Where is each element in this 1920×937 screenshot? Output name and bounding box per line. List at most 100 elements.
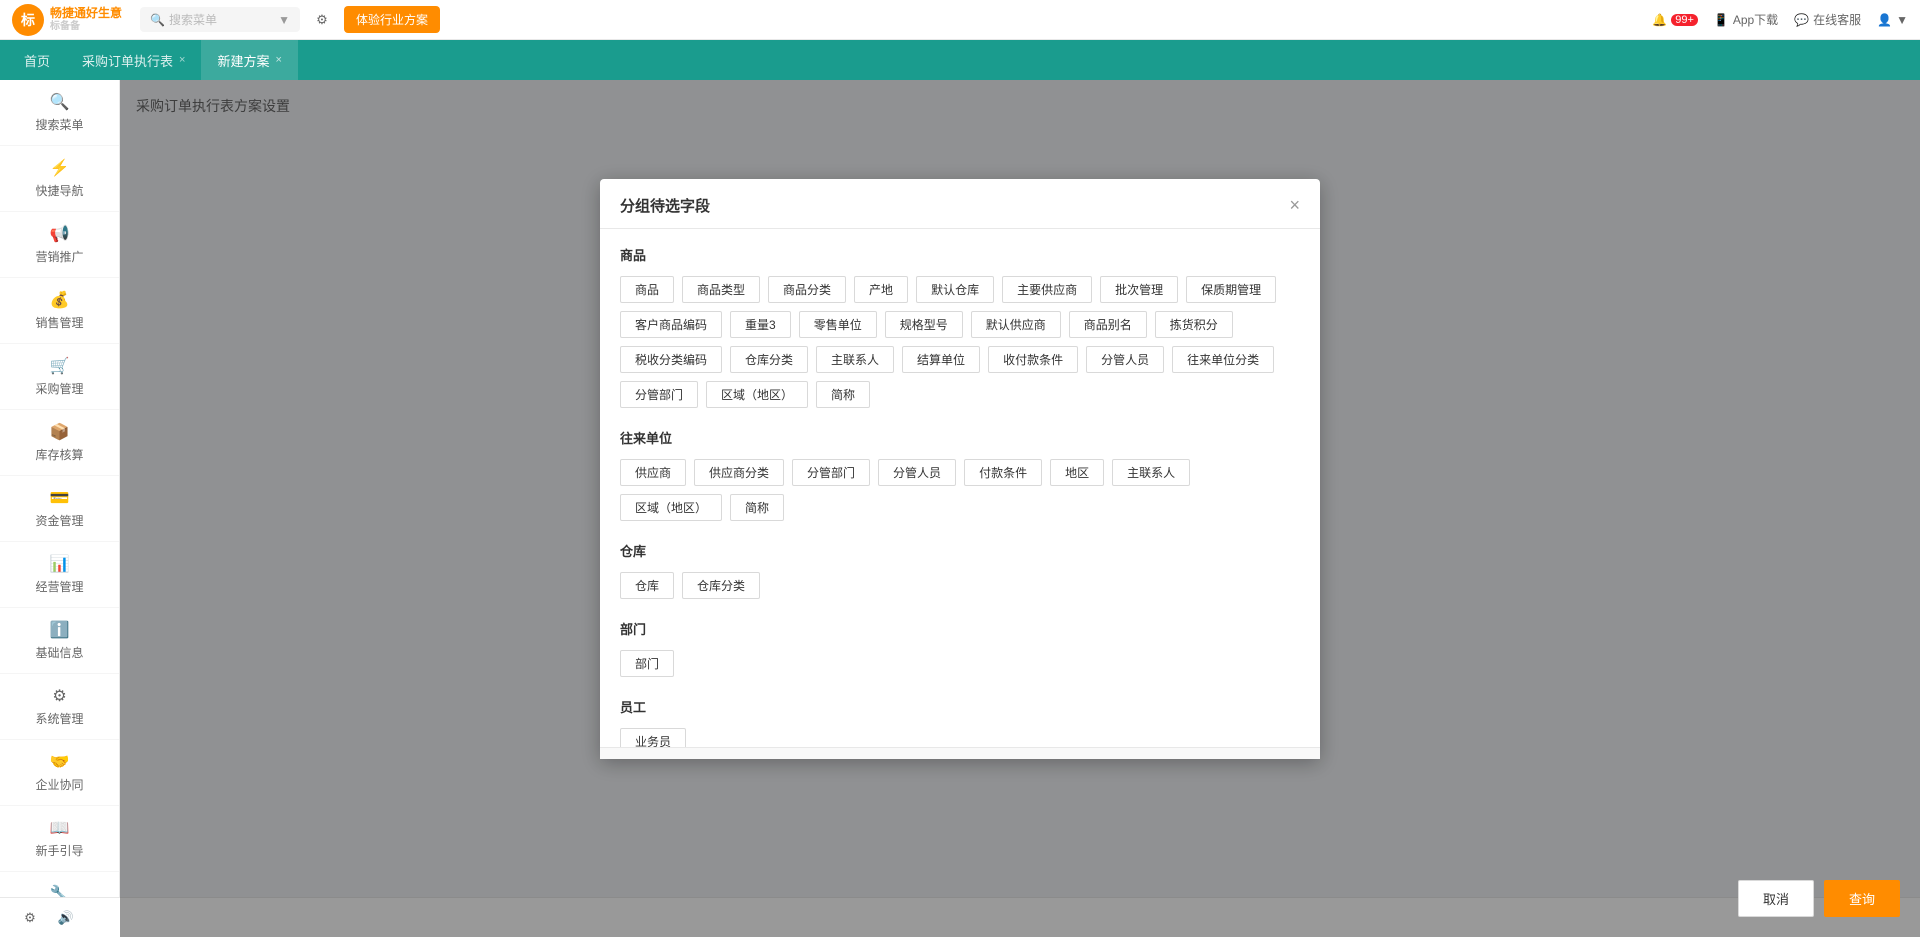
basicinfo-icon: ℹ️ bbox=[50, 620, 70, 640]
logo-letter: 标 bbox=[21, 10, 35, 30]
field-tag[interactable]: 供应商分类 bbox=[694, 459, 784, 486]
online-service-label: 在线客服 bbox=[1813, 11, 1861, 28]
sidebar-item-finance[interactable]: 💳 资金管理 bbox=[0, 476, 119, 542]
section-title: 商品 bbox=[620, 245, 1300, 264]
field-tag[interactable]: 保质期管理 bbox=[1186, 276, 1276, 303]
field-tag[interactable]: 业务员 bbox=[620, 728, 686, 747]
field-tag[interactable]: 默认供应商 bbox=[971, 311, 1061, 338]
field-section-员工: 员工业务员 bbox=[620, 697, 1300, 747]
sidebar-item-system-label: 系统管理 bbox=[35, 710, 83, 727]
user-icon: 👤 bbox=[1877, 13, 1892, 27]
tab-new-plan[interactable]: 新建方案 × bbox=[201, 40, 297, 80]
app-sub: 标备备 bbox=[50, 21, 122, 33]
experience-button[interactable]: 体验行业方案 bbox=[344, 6, 440, 33]
dropdown-arrow: ▼ bbox=[278, 13, 290, 27]
navigation-tabs: 首页 采购订单执行表 × 新建方案 × bbox=[0, 40, 1920, 80]
field-tag[interactable]: 部门 bbox=[620, 650, 674, 677]
field-tag[interactable]: 往来单位分类 bbox=[1172, 346, 1274, 373]
search-icon: 🔍 bbox=[50, 92, 70, 112]
field-tags: 部门 bbox=[620, 650, 1300, 677]
operations-icon: 📊 bbox=[50, 554, 70, 574]
field-tag[interactable]: 区域（地区） bbox=[706, 381, 808, 408]
section-title: 仓库 bbox=[620, 541, 1300, 560]
sidebar-item-sales-label: 销售管理 bbox=[35, 314, 83, 331]
tab-home-label: 首页 bbox=[24, 51, 50, 70]
sidebar-item-guide[interactable]: 📖 新手引导 bbox=[0, 806, 119, 872]
bottom-audio-icon[interactable]: 🔊 bbox=[52, 904, 80, 932]
app-download-label: App下载 bbox=[1733, 11, 1778, 28]
sidebar-item-search[interactable]: 🔍 搜索菜单 bbox=[0, 80, 119, 146]
settings-icon: ⚙ bbox=[316, 12, 328, 28]
modal-close-button[interactable]: × bbox=[1289, 196, 1300, 214]
tab-new-plan-close[interactable]: × bbox=[275, 54, 281, 66]
sidebar-item-finance-label: 资金管理 bbox=[35, 512, 83, 529]
field-tag[interactable]: 分管部门 bbox=[620, 381, 698, 408]
field-tag[interactable]: 主要供应商 bbox=[1002, 276, 1092, 303]
field-tag[interactable]: 供应商 bbox=[620, 459, 686, 486]
field-tag[interactable]: 主联系人 bbox=[1112, 459, 1190, 486]
cancel-button[interactable]: 取消 bbox=[1738, 880, 1814, 917]
sidebar-item-marketing-label: 营销推广 bbox=[35, 248, 83, 265]
sidebar-item-operations[interactable]: 📊 经营管理 bbox=[0, 542, 119, 608]
tab-purchase-list[interactable]: 采购订单执行表 × bbox=[66, 40, 201, 80]
field-tag[interactable]: 结算单位 bbox=[902, 346, 980, 373]
field-tag[interactable]: 区域（地区） bbox=[620, 494, 722, 521]
field-tag[interactable]: 仓库 bbox=[620, 572, 674, 599]
field-tag[interactable]: 默认仓库 bbox=[916, 276, 994, 303]
field-tags: 商品商品类型商品分类产地默认仓库主要供应商批次管理保质期管理客户商品编码重量3 零… bbox=[620, 276, 1300, 408]
field-tag[interactable]: 地区 bbox=[1050, 459, 1104, 486]
field-tags: 供应商供应商分类分管部门分管人员付款条件地区主联系人区域（地区） 简称 bbox=[620, 459, 1300, 521]
section-title: 员工 bbox=[620, 697, 1300, 716]
sidebar-item-sales[interactable]: 💰 销售管理 bbox=[0, 278, 119, 344]
field-tag[interactable]: 仓库分类 bbox=[730, 346, 808, 373]
tab-home[interactable]: 首页 bbox=[8, 40, 66, 80]
field-tag[interactable]: 分管人员 bbox=[1086, 346, 1164, 373]
app-download-link[interactable]: 📱 App下载 bbox=[1714, 11, 1778, 28]
confirm-button[interactable]: 查询 bbox=[1824, 880, 1900, 917]
sidebar-item-quicknav[interactable]: ⚡ 快捷导航 bbox=[0, 146, 119, 212]
field-section-往来单位: 往来单位供应商供应商分类分管部门分管人员付款条件地区主联系人区域（地区）简称 bbox=[620, 428, 1300, 521]
search-bar[interactable]: 🔍 搜索菜单 ▼ bbox=[140, 7, 300, 32]
field-selection-modal: 分组待选字段 × 商品商品商品类型商品分类产地默认仓库主要供应商批次管理保质期管… bbox=[600, 179, 1320, 759]
field-tag[interactable]: 收付款条件 bbox=[988, 346, 1078, 373]
user-avatar[interactable]: 👤 ▼ bbox=[1877, 13, 1908, 27]
bottom-settings-icon[interactable]: ⚙ bbox=[16, 904, 44, 932]
field-tag[interactable]: 分管人员 bbox=[878, 459, 956, 486]
download-icon: 📱 bbox=[1714, 13, 1729, 27]
field-tag[interactable]: 简称 bbox=[816, 381, 870, 408]
settings-button[interactable]: ⚙ bbox=[308, 6, 336, 34]
sidebar-item-collab[interactable]: 🤝 企业协同 bbox=[0, 740, 119, 806]
field-tag[interactable]: 商品 bbox=[620, 276, 674, 303]
notification-bell[interactable]: 🔔 99+ bbox=[1652, 13, 1698, 27]
field-tag[interactable]: 产地 bbox=[854, 276, 908, 303]
sidebar-item-basicinfo[interactable]: ℹ️ 基础信息 bbox=[0, 608, 119, 674]
sidebar-item-quicknav-label: 快捷导航 bbox=[35, 182, 83, 199]
top-right-area: 🔔 99+ 📱 App下载 💬 在线客服 👤 ▼ bbox=[1652, 11, 1908, 28]
field-tag[interactable]: 拣货积分 bbox=[1155, 311, 1233, 338]
field-tag[interactable]: 付款条件 bbox=[964, 459, 1042, 486]
field-tag[interactable]: 主联系人 bbox=[816, 346, 894, 373]
tab-purchase-close[interactable]: × bbox=[179, 54, 185, 66]
field-tags: 业务员 bbox=[620, 728, 1300, 747]
sidebar-item-system[interactable]: ⚙ 系统管理 bbox=[0, 674, 119, 740]
field-tag[interactable]: 简称 bbox=[730, 494, 784, 521]
field-tag[interactable]: 规格型号 bbox=[885, 311, 963, 338]
online-service-link[interactable]: 💬 在线客服 bbox=[1794, 11, 1861, 28]
field-tag[interactable]: 仓库分类 bbox=[682, 572, 760, 599]
field-tag[interactable]: 重量3 bbox=[730, 311, 791, 338]
sales-icon: 💰 bbox=[50, 290, 70, 310]
field-tag[interactable]: 商品类型 bbox=[682, 276, 760, 303]
field-section-仓库: 仓库仓库仓库分类 bbox=[620, 541, 1300, 599]
field-tag[interactable]: 商品分类 bbox=[768, 276, 846, 303]
field-tag[interactable]: 批次管理 bbox=[1100, 276, 1178, 303]
sidebar-item-marketing[interactable]: 📢 营销推广 bbox=[0, 212, 119, 278]
field-tag[interactable]: 分管部门 bbox=[792, 459, 870, 486]
sidebar-item-inventory[interactable]: 📦 库存核算 bbox=[0, 410, 119, 476]
field-tag[interactable]: 客户商品编码 bbox=[620, 311, 722, 338]
sidebar-item-guide-label: 新手引导 bbox=[35, 842, 83, 859]
modal-horizontal-scrollbar[interactable] bbox=[600, 747, 1320, 759]
sidebar-item-purchase[interactable]: 🛒 采购管理 bbox=[0, 344, 119, 410]
field-tag[interactable]: 商品别名 bbox=[1069, 311, 1147, 338]
field-tag[interactable]: 零售单位 bbox=[799, 311, 877, 338]
field-tag[interactable]: 税收分类编码 bbox=[620, 346, 722, 373]
